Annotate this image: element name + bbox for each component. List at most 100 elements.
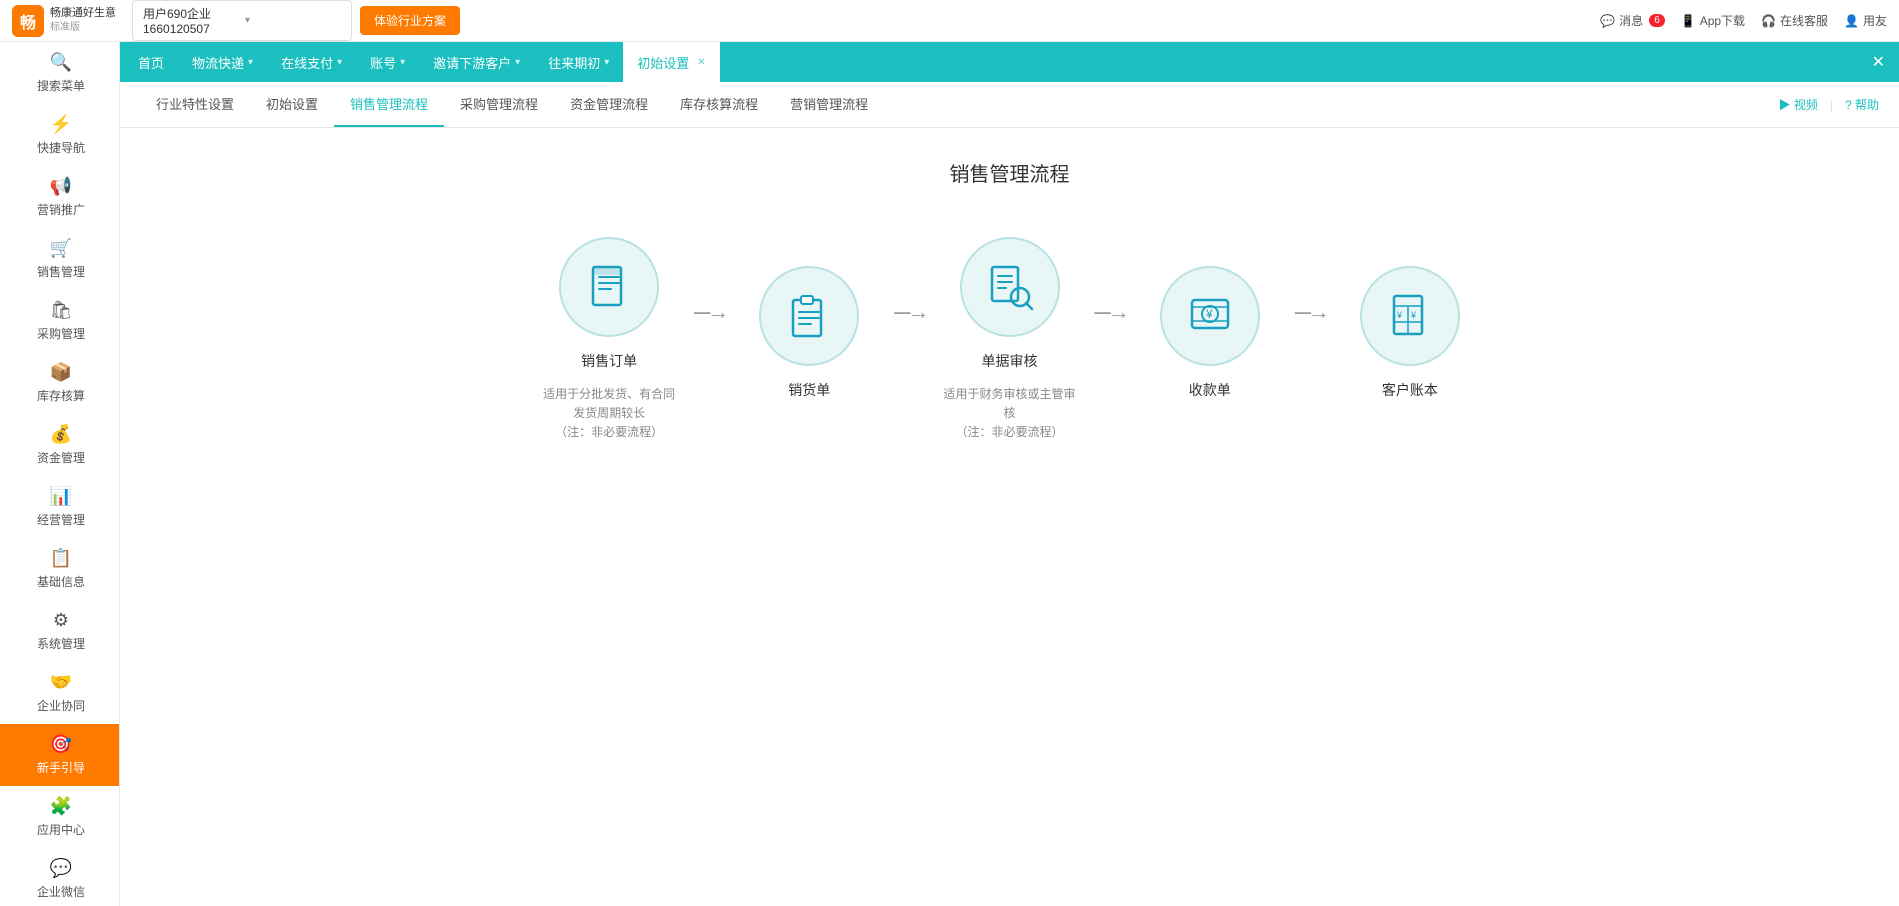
- sidebar-item-newguide[interactable]: 🎯 新手引导: [0, 724, 119, 786]
- tab-payment[interactable]: 在线支付 ▾: [267, 42, 356, 82]
- sidebar-item-inventory[interactable]: 📦 库存核算: [0, 352, 119, 414]
- tab-account[interactable]: 账号 ▾: [356, 42, 419, 82]
- chevron-down-icon: ▾: [604, 57, 609, 68]
- sidebar-label-system: 系统管理: [37, 635, 85, 652]
- tab-invite-label: 邀请下游客户: [433, 53, 511, 72]
- flow-label-sales-order: 销售订单: [581, 351, 637, 371]
- flow-circle-sales-order[interactable]: [559, 237, 659, 337]
- sidebar-item-marketing[interactable]: 📢 营销推广: [0, 166, 119, 228]
- headset-icon: 🎧: [1761, 14, 1776, 28]
- logo-icon: 畅: [12, 5, 44, 37]
- top-bar-right: 💬 消息 6 📱 App下载 🎧 在线客服 👤 用友: [1600, 12, 1887, 29]
- flow-label-receipt: 收款单: [1189, 380, 1231, 400]
- tab-home[interactable]: 首页: [124, 42, 178, 82]
- appcenter-icon: 🧩: [50, 796, 72, 817]
- user-label: 用友: [1863, 12, 1887, 29]
- sidebar-item-wechat[interactable]: 💬 企业微信: [0, 848, 119, 906]
- sidebar-label-cooperation: 企业协同: [37, 697, 85, 714]
- service-label: 在线客服: [1780, 12, 1828, 29]
- subtab-sales-flow[interactable]: 销售管理流程: [334, 82, 444, 127]
- sidebar-label-marketing: 营销推广: [37, 201, 85, 218]
- sidebar-label-purchase: 采购管理: [37, 325, 85, 342]
- subtab-init-label: 初始设置: [266, 97, 318, 112]
- clipboard-icon: [783, 290, 835, 342]
- operations-icon: 📊: [50, 486, 72, 507]
- nav-tabs: 首页 物流快递 ▾ 在线支付 ▾ 账号 ▾ 邀请下游客户 ▾ 往来期初 ▾ 初始…: [120, 42, 1899, 82]
- search-icon: 🔍: [50, 52, 72, 73]
- sidebar-item-quicknav[interactable]: ⚡ 快捷导航: [0, 104, 119, 166]
- flow-circle-ledger[interactable]: ¥ ¥: [1360, 266, 1460, 366]
- close-all-icon[interactable]: ✕: [1862, 52, 1895, 72]
- tab-init[interactable]: 初始设置 ✕: [623, 42, 719, 82]
- sidebar-label-quicknav: 快捷导航: [37, 139, 85, 156]
- close-icon[interactable]: ✕: [697, 57, 705, 68]
- sidebar-item-sales[interactable]: 🛒 销售管理: [0, 228, 119, 290]
- search-doc-icon: [984, 261, 1036, 313]
- sidebar-item-search[interactable]: 🔍 搜索菜单: [0, 42, 119, 104]
- subtab-industry[interactable]: 行业特性设置: [140, 82, 250, 127]
- download-icon: 📱: [1681, 14, 1696, 28]
- message-label: 消息: [1619, 12, 1643, 29]
- sidebar-item-operations[interactable]: 📊 经营管理: [0, 476, 119, 538]
- sidebar-item-appcenter[interactable]: 🧩 应用中心: [0, 786, 119, 848]
- sidebar-item-system[interactable]: ⚙ 系统管理: [0, 600, 119, 662]
- document-icon: [583, 261, 635, 313]
- tab-period[interactable]: 往来期初 ▾: [534, 42, 623, 82]
- flow-circle-sales-invoice[interactable]: [759, 266, 859, 366]
- subtab-capital-flow[interactable]: 资金管理流程: [554, 82, 664, 127]
- subtab-purchase-flow[interactable]: 采购管理流程: [444, 82, 554, 127]
- marketing-icon: 📢: [50, 176, 72, 197]
- tab-payment-label: 在线支付: [281, 53, 333, 72]
- flow-diagram: 销售订单 适用于分批发货、有合同发货周期较长 （注：非必要流程） - - -→ …: [160, 237, 1859, 443]
- tab-invite[interactable]: 邀请下游客户 ▾: [419, 42, 534, 82]
- tab-home-label: 首页: [138, 53, 164, 72]
- flow-label-sales-invoice: 销货单: [788, 380, 830, 400]
- flow-node-sales-invoice: 销货单: [729, 266, 889, 414]
- content-area: 销售管理流程 销售订单 适用于分批发货、有合同发货周期较长 （注：非必要流程）: [120, 128, 1899, 493]
- message-item[interactable]: 💬 消息 6: [1600, 12, 1665, 29]
- avatar: 👤: [1844, 14, 1859, 28]
- trial-button[interactable]: 体验行业方案: [360, 6, 460, 35]
- service-item[interactable]: 🎧 在线客服: [1761, 12, 1828, 29]
- user-item[interactable]: 👤 用友: [1844, 12, 1887, 29]
- help-label: 帮助: [1855, 98, 1879, 112]
- svg-text:¥: ¥: [1410, 310, 1417, 320]
- app-download-item[interactable]: 📱 App下载: [1681, 12, 1745, 29]
- subtab-industry-label: 行业特性设置: [156, 97, 234, 112]
- app-label: App下载: [1700, 12, 1745, 29]
- sidebar-item-basicinfo[interactable]: 📋 基础信息: [0, 538, 119, 600]
- flow-circle-audit[interactable]: [960, 237, 1060, 337]
- subtab-init[interactable]: 初始设置: [250, 82, 334, 127]
- message-badge: 6: [1649, 14, 1665, 27]
- system-icon: ⚙: [53, 610, 69, 631]
- sidebar-label-capital: 资金管理: [37, 449, 85, 466]
- sidebar-item-purchase[interactable]: 🛍 采购管理: [0, 290, 119, 352]
- subtab-sales-flow-label: 销售管理流程: [350, 97, 428, 112]
- sidebar-item-capital[interactable]: 💰 资金管理: [0, 414, 119, 476]
- cooperation-icon: 🤝: [50, 672, 72, 693]
- play-icon: ▶: [1778, 98, 1790, 112]
- wechat-icon: 💬: [50, 858, 72, 879]
- purchase-icon: 🛍: [50, 300, 73, 321]
- sidebar-item-cooperation[interactable]: 🤝 企业协同: [0, 662, 119, 724]
- help-link[interactable]: ? 帮助: [1845, 96, 1879, 113]
- message-icon: 💬: [1600, 14, 1615, 28]
- chevron-down-icon: ▾: [337, 57, 342, 68]
- sub-tabs: 行业特性设置 初始设置 销售管理流程 采购管理流程 资金管理流程 库存核算流程 …: [120, 82, 1899, 128]
- tab-logistics[interactable]: 物流快递 ▾: [178, 42, 267, 82]
- capital-icon: 💰: [50, 424, 72, 445]
- sidebar-label-appcenter: 应用中心: [37, 821, 85, 838]
- company-name: 用户690企业1660120507: [143, 5, 239, 36]
- subtab-purchase-flow-label: 采购管理流程: [460, 97, 538, 112]
- inventory-icon: 📦: [50, 362, 72, 383]
- basicinfo-icon: 📋: [50, 548, 72, 569]
- company-selector[interactable]: 用户690企业1660120507 ▾: [132, 0, 352, 41]
- flow-circle-receipt[interactable]: ¥: [1160, 266, 1260, 366]
- help-icon: ?: [1845, 98, 1852, 112]
- video-link[interactable]: ▶ 视频: [1778, 96, 1817, 113]
- flow-arrow-1: - - -→: [693, 299, 725, 325]
- subtab-inventory-flow[interactable]: 库存核算流程: [664, 82, 774, 127]
- sidebar-label-sales: 销售管理: [37, 263, 85, 280]
- chevron-down-icon: ▾: [248, 57, 253, 68]
- subtab-marketing-flow[interactable]: 营销管理流程: [774, 82, 884, 127]
